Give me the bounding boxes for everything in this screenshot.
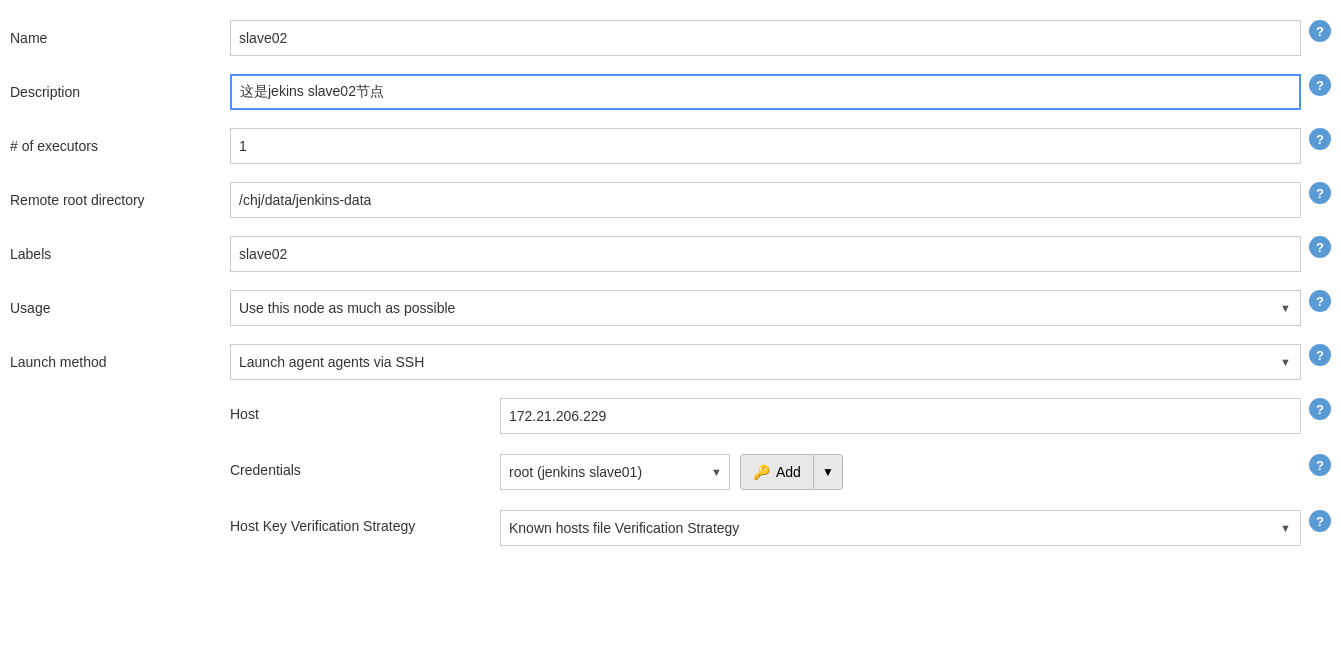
credentials-row: Credentials root (jenkins slave01) - non…	[230, 454, 1331, 496]
credentials-label: Credentials	[230, 454, 500, 478]
usage-select-wrap: Use this node as much as possible Only b…	[230, 290, 1301, 326]
launch-method-row: Launch method Launch agent agents via SS…	[10, 344, 1331, 386]
host-label: Host	[230, 398, 500, 422]
remote-root-label: Remote root directory	[10, 182, 230, 208]
executors-row: # of executors ?	[10, 128, 1331, 170]
usage-row: Usage Use this node as much as possible …	[10, 290, 1331, 332]
add-credentials-main-button[interactable]: 🔑 Add	[741, 455, 814, 489]
host-field-wrap	[500, 398, 1301, 434]
key-icon: 🔑	[753, 464, 770, 480]
add-button-label: Add	[776, 464, 801, 480]
host-key-verification-help-icon[interactable]: ?	[1309, 510, 1331, 532]
launch-method-select[interactable]: Launch agent agents via SSH Launch agent…	[230, 344, 1301, 380]
credentials-controls: root (jenkins slave01) - none - 🔑 Add ▼	[500, 454, 843, 490]
description-input[interactable]	[230, 74, 1301, 110]
host-key-verification-field-wrap: Known hosts file Verification Strategy M…	[500, 510, 1301, 546]
executors-help-icon[interactable]: ?	[1309, 128, 1331, 150]
executors-label: # of executors	[10, 128, 230, 154]
launch-method-label: Launch method	[10, 344, 230, 370]
host-key-verification-row: Host Key Verification Strategy Known hos…	[230, 510, 1331, 552]
credentials-select[interactable]: root (jenkins slave01) - none -	[500, 454, 730, 490]
node-config-form: Name ? Description ? # of executors ? Re…	[10, 20, 1331, 552]
usage-field-wrap: Use this node as much as possible Only b…	[230, 290, 1301, 326]
labels-label: Labels	[10, 236, 230, 262]
labels-help-icon[interactable]: ?	[1309, 236, 1331, 258]
name-label: Name	[10, 20, 230, 46]
host-row: Host ?	[230, 398, 1331, 440]
description-row: Description ?	[10, 74, 1331, 116]
launch-method-help-icon[interactable]: ?	[1309, 344, 1331, 366]
add-credentials-dropdown-button[interactable]: ▼	[814, 455, 842, 489]
remote-root-help-icon[interactable]: ?	[1309, 182, 1331, 204]
usage-help-icon[interactable]: ?	[1309, 290, 1331, 312]
remote-root-field-wrap	[230, 182, 1301, 218]
host-key-verification-label: Host Key Verification Strategy	[230, 510, 500, 534]
remote-root-input[interactable]	[230, 182, 1301, 218]
host-help-icon[interactable]: ?	[1309, 398, 1331, 420]
launch-method-field-wrap: Launch agent agents via SSH Launch agent…	[230, 344, 1301, 380]
host-key-verification-select-wrap: Known hosts file Verification Strategy M…	[500, 510, 1301, 546]
labels-row: Labels ?	[10, 236, 1331, 278]
executors-field-wrap	[230, 128, 1301, 164]
credentials-select-wrap: root (jenkins slave01) - none -	[500, 454, 730, 490]
launch-method-select-wrap: Launch agent agents via SSH Launch agent…	[230, 344, 1301, 380]
description-help-icon[interactable]: ?	[1309, 74, 1331, 96]
name-row: Name ?	[10, 20, 1331, 62]
labels-input[interactable]	[230, 236, 1301, 272]
host-input[interactable]	[500, 398, 1301, 434]
name-input[interactable]	[230, 20, 1301, 56]
name-field-wrap	[230, 20, 1301, 56]
add-credentials-button-group: 🔑 Add ▼	[740, 454, 843, 490]
credentials-field-wrap: root (jenkins slave01) - none - 🔑 Add ▼	[500, 454, 1301, 490]
usage-label: Usage	[10, 290, 230, 316]
labels-field-wrap	[230, 236, 1301, 272]
description-label: Description	[10, 74, 230, 100]
description-field-wrap	[230, 74, 1301, 110]
host-key-verification-select[interactable]: Known hosts file Verification Strategy M…	[500, 510, 1301, 546]
ssh-sub-section: Host ? Credentials root (jenkins slave01…	[230, 398, 1331, 552]
remote-root-row: Remote root directory ?	[10, 182, 1331, 224]
credentials-help-icon[interactable]: ?	[1309, 454, 1331, 476]
executors-input[interactable]	[230, 128, 1301, 164]
name-help-icon[interactable]: ?	[1309, 20, 1331, 42]
usage-select[interactable]: Use this node as much as possible Only b…	[230, 290, 1301, 326]
